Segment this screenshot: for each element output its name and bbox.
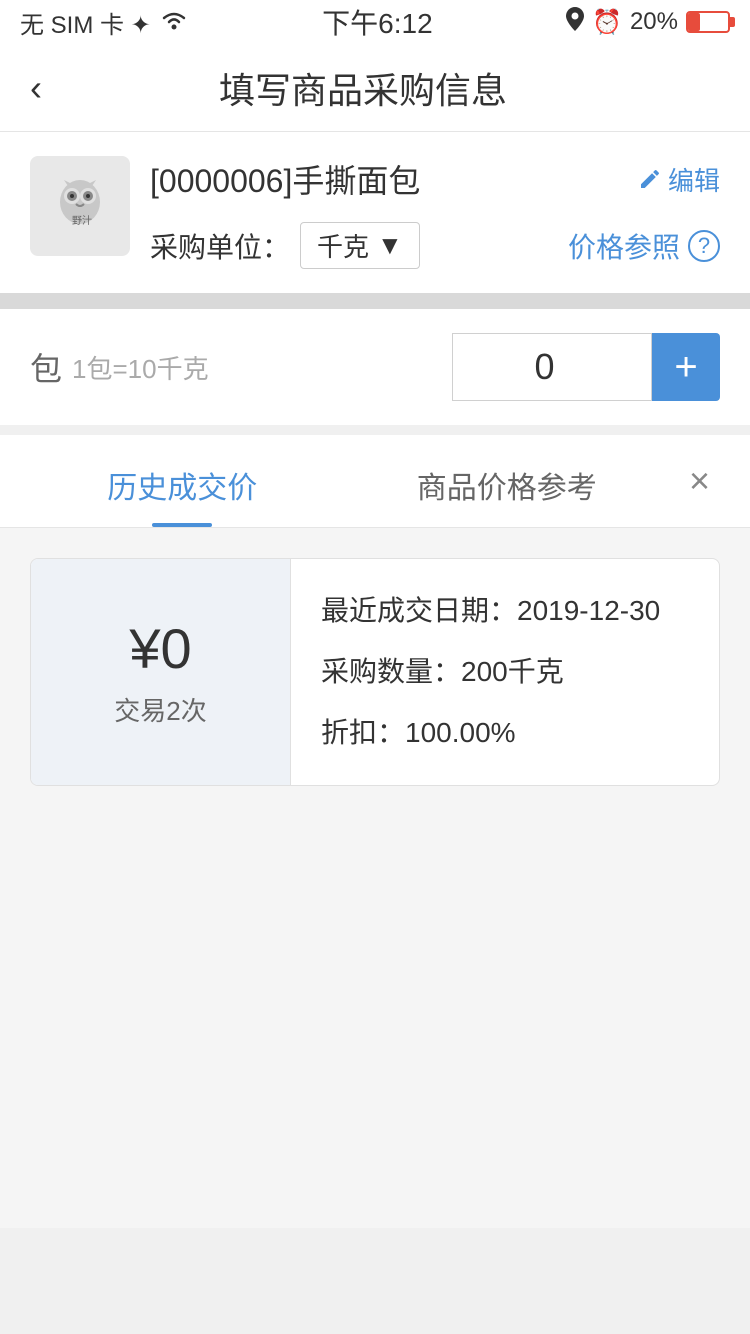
battery-icon	[686, 11, 730, 33]
unit-dropdown[interactable]: 千克 ▼	[300, 222, 420, 269]
question-mark-icon: ?	[688, 230, 720, 262]
product-card: 野汁 [0000006]手撕面包 编辑 采购单位： 千克	[0, 132, 750, 293]
edit-label: 编辑	[668, 161, 720, 198]
unit-label: 采购单位：	[150, 226, 290, 266]
quantity-label: 包 1包=10千克	[30, 344, 209, 390]
alarm-icon: ⏰	[592, 8, 622, 37]
unit-selector: 采购单位： 千克 ▼	[150, 222, 420, 269]
nav-bar: ‹ 填写商品采购信息	[0, 44, 750, 132]
battery-percent: 20%	[630, 8, 678, 36]
unit-char: 包	[30, 344, 62, 390]
wifi-icon	[159, 8, 189, 37]
recent-date-label: 最近成交日期：	[321, 595, 517, 626]
edit-button[interactable]: 编辑	[638, 161, 720, 198]
product-header: 野汁 [0000006]手撕面包 编辑 采购单位： 千克	[30, 156, 720, 269]
product-name-row: [0000006]手撕面包 编辑	[150, 156, 720, 202]
product-owl-icon: 野汁	[50, 170, 110, 242]
location-icon	[566, 7, 584, 38]
product-full-name: [0000006]手撕面包	[150, 156, 420, 202]
tabs-bar: 历史成交价 商品价格参考 ×	[0, 435, 750, 528]
quantity-input[interactable]	[452, 333, 652, 401]
quantity-control: +	[452, 333, 720, 401]
svg-text:野汁: 野汁	[72, 214, 92, 227]
recent-date-value: 2019-12-30	[517, 595, 660, 626]
price-summary: ¥0 交易2次	[31, 559, 291, 785]
main-content: ¥0 交易2次 最近成交日期：2019-12-30 采购数量：200千克 折扣：…	[0, 528, 750, 1228]
tab-history-price[interactable]: 历史成交价	[20, 435, 344, 527]
status-bar: 无 SIM 卡 ✦ 下午6:12 ⏰ 20%	[0, 0, 750, 44]
unit-conversion: 1包=10千克	[72, 349, 209, 386]
unit-row: 采购单位： 千克 ▼ 价格参照 ?	[150, 222, 720, 269]
recent-date-row: 最近成交日期：2019-12-30	[321, 589, 689, 634]
price-card: ¥0 交易2次 最近成交日期：2019-12-30 采购数量：200千克 折扣：…	[30, 558, 720, 786]
purchase-qty-value: 200千克	[461, 656, 564, 687]
product-info: [0000006]手撕面包 编辑 采购单位： 千克 ▼ 价格	[150, 156, 720, 269]
discount-row: 折扣：100.00%	[321, 711, 689, 756]
purchase-qty-label: 采购数量：	[321, 656, 461, 687]
status-time: 下午6:12	[322, 2, 433, 42]
back-button[interactable]: ‹	[30, 67, 62, 109]
tab-history-label: 历史成交价	[107, 472, 257, 505]
discount-label: 折扣：	[321, 717, 405, 748]
price-trades: 交易2次	[114, 691, 206, 728]
discount-value: 100.00%	[405, 717, 516, 748]
dropdown-arrow-icon: ▼	[377, 230, 403, 261]
quantity-plus-button[interactable]: +	[652, 333, 720, 401]
page-title: 填写商品采购信息	[62, 62, 664, 114]
tab-close-button[interactable]: ×	[669, 443, 730, 519]
unit-value: 千克	[317, 227, 369, 264]
product-thumbnail: 野汁	[30, 156, 130, 256]
no-sim-text: 无 SIM 卡 ✦	[20, 5, 151, 40]
purchase-qty-row: 采购数量：200千克	[321, 650, 689, 695]
price-reference-button[interactable]: 价格参照 ?	[568, 226, 720, 266]
price-details: 最近成交日期：2019-12-30 采购数量：200千克 折扣：100.00%	[291, 559, 719, 785]
price-amount: ¥0	[129, 616, 191, 681]
price-panel: ¥0 交易2次 最近成交日期：2019-12-30 采购数量：200千克 折扣：…	[0, 528, 750, 816]
tab-product-price[interactable]: 商品价格参考	[344, 435, 668, 527]
quantity-row: 包 1包=10千克 +	[0, 309, 750, 425]
status-left: 无 SIM 卡 ✦	[20, 5, 189, 40]
section-divider	[0, 293, 750, 309]
status-right: ⏰ 20%	[566, 7, 730, 38]
price-ref-label: 价格参照	[568, 226, 680, 266]
tab-product-label: 商品价格参考	[417, 472, 597, 505]
